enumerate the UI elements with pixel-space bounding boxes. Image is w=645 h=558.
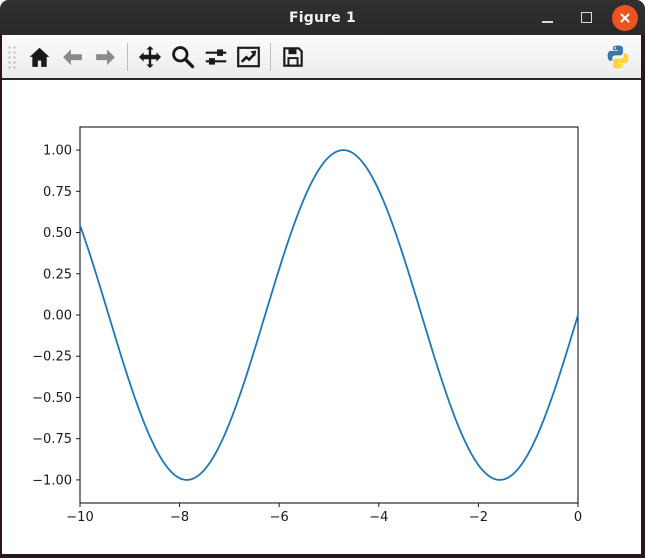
x-tick-label: −10: [66, 510, 93, 525]
python-logo-icon: [607, 45, 629, 69]
save-button[interactable]: [276, 41, 309, 73]
toolbar-separator: [270, 43, 271, 71]
x-tick-label: 0: [574, 510, 582, 525]
x-tick-label: −6: [270, 510, 289, 525]
configure-subplots-button[interactable]: [199, 41, 232, 73]
y-tick-label: 0.75: [43, 185, 72, 200]
x-tick-label: −4: [369, 510, 388, 525]
back-icon: [63, 48, 82, 65]
y-tick-label: −0.25: [32, 350, 72, 365]
back-button[interactable]: [56, 41, 89, 73]
edit-axes-icon: [237, 46, 260, 68]
home-button[interactable]: [23, 41, 56, 73]
close-icon: [612, 4, 638, 31]
home-icon: [29, 47, 50, 67]
plot-area[interactable]: −10 −8 −6 −4 −2 0 −1.00 −0.75 −0.50 −0.25 0.00 0.25…: [2, 80, 641, 554]
y-tick-label: −0.75: [32, 432, 72, 447]
window-content: −10 −8 −6 −4 −2 0 −1.00 −0.75 −0.50 −0.25 0.00 0.25…: [2, 35, 641, 554]
titlebar[interactable]: Figure 1: [0, 0, 645, 35]
configure-subplots-icon: [205, 49, 226, 65]
pan-button[interactable]: [133, 41, 166, 73]
minimize-icon: [541, 20, 553, 23]
forward-icon: [96, 48, 115, 65]
figure-canvas[interactable]: −10 −8 −6 −4 −2 0 −1.00 −0.75 −0.50 −0.25 0.00 0.25…: [2, 80, 641, 554]
y-tick-label: 0.50: [43, 226, 72, 241]
maximize-icon: [580, 12, 592, 23]
edit-axes-button[interactable]: [232, 41, 265, 73]
minimize-button[interactable]: [534, 5, 560, 31]
zoom-icon: [171, 46, 194, 69]
forward-button[interactable]: [89, 41, 122, 73]
window-controls: [534, 0, 638, 35]
y-tick-label: 1.00: [43, 144, 72, 159]
y-tick-label: −0.50: [32, 391, 72, 406]
x-tick-label: −8: [170, 510, 189, 525]
x-tick-label: −2: [469, 510, 488, 525]
maximize-button[interactable]: [573, 5, 599, 31]
y-tick-label: 0.25: [43, 267, 72, 282]
figure-window: Figure 1 −10 −8 −6 −4 −2 0 −1.00 −0.75 −…: [0, 0, 645, 558]
zoom-button[interactable]: [166, 41, 199, 73]
toolbar-grip[interactable]: [7, 44, 16, 70]
y-tick-label: −1.00: [32, 473, 72, 488]
toolbar-separator: [127, 43, 128, 71]
pan-icon: [138, 45, 161, 69]
series-line-sin(x): [79, 149, 579, 481]
y-tick-label: 0.00: [43, 309, 72, 324]
navigation-toolbar: [2, 35, 641, 80]
close-button[interactable]: [612, 4, 638, 31]
save-icon: [282, 47, 303, 67]
